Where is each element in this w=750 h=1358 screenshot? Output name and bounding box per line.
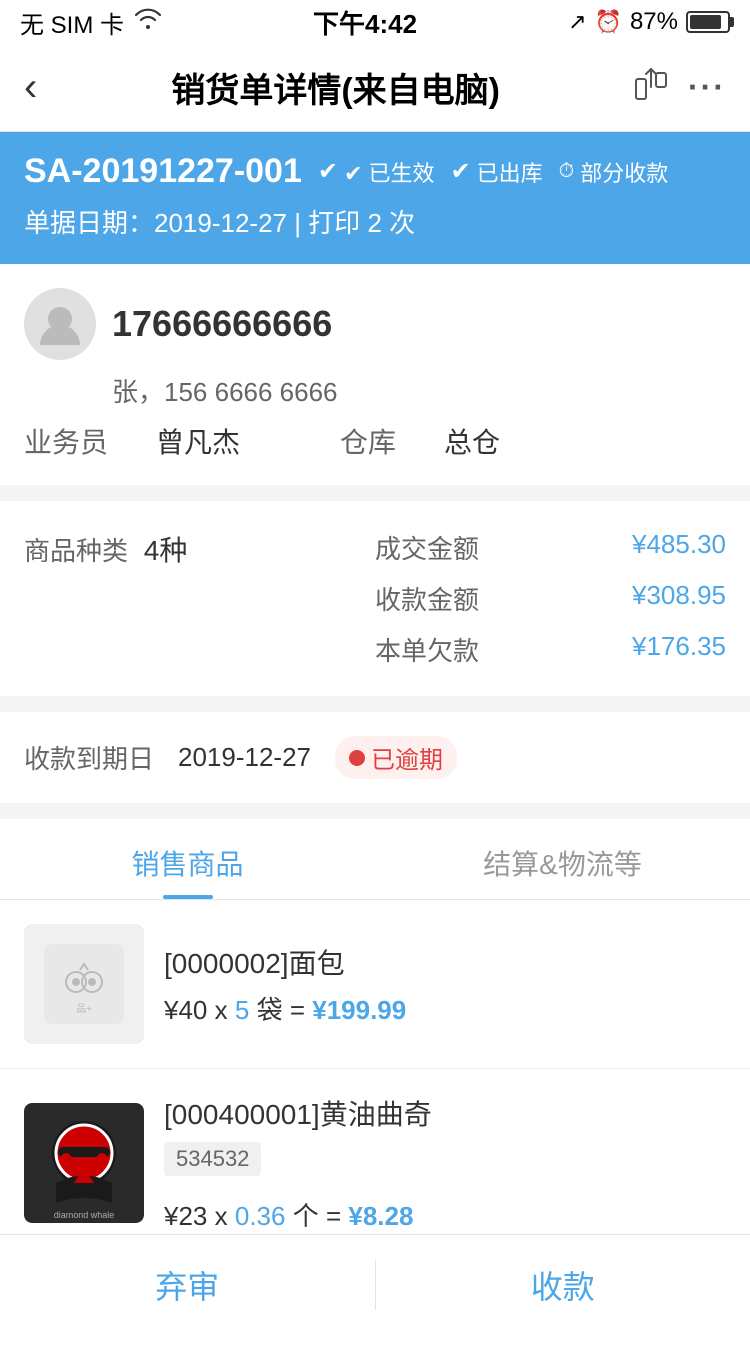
category-value: 4种 [144,535,188,566]
overdue-badge: 已逾期 [335,736,457,779]
product-info-2: [000400001]黄油曲奇 534532 ¥23 x 0.36 个 = ¥8… [164,1093,726,1233]
customer-row: 17666666666 [24,288,726,360]
page-title: 销货单详情(来自电脑) [171,63,500,112]
status-time: 下午4:42 [313,4,417,41]
overdue-label: 已逾期 [371,740,443,775]
location-icon: ↗ [568,9,586,35]
product-price-1: ¥40 x 5 袋 = ¥199.99 [164,990,726,1027]
warehouse-label: 仓库 [340,421,396,461]
product-name-2: [000400001]黄油曲奇 [164,1093,726,1133]
product-price-2: ¥23 x 0.36 个 = ¥8.28 [164,1196,726,1233]
debt-row: 本单欠款 ¥176.35 [375,631,726,668]
product-thumb-2: diamond whale [24,1103,144,1223]
customer-section: 17666666666 张，156 6666 6666 业务员 曾凡杰 仓库 总… [0,264,750,485]
stats-section: 商品种类 4种 成交金额 ¥485.30 收款金额 ¥308.95 本单欠款 ¥… [0,501,750,696]
debt-value: ¥176.35 [632,631,726,668]
abandon-review-button[interactable]: 弃审 [0,1242,375,1328]
share-icon[interactable] [634,67,668,109]
product-item-2: diamond whale [000400001]黄油曲奇 534532 ¥23… [0,1069,750,1258]
overdue-dot-icon [349,750,365,766]
order-id-row: SA-20191227-001 ✔ ✔ 已生效 ✔ 已出库 ⏱ 部分收款 [24,152,726,191]
customer-name: 17666666666 [112,303,332,345]
payment-row: 收款金额 ¥308.95 [375,580,726,617]
battery-icon [686,11,730,33]
product-sku-badge: 534532 [164,1142,261,1176]
payment-label: 收款金额 [375,580,479,617]
check-icon-1: ✔ [318,157,338,186]
svg-text:品+: 品+ [76,1003,92,1015]
deal-amount-row: 成交金额 ¥485.30 [375,529,726,566]
clock-icon: ⏱ [559,160,575,183]
status-right: ↗ ⏰ 87% [568,8,730,36]
badge-partial-payment: ⏱ 部分收款 [559,156,669,188]
tabs-bar: 销售商品 结算&物流等 [0,819,750,900]
warehouse-value: 总仓 [444,421,500,461]
order-print-count: 打印 2 次 [308,208,415,238]
product-thumb-1: 品+ [24,924,144,1044]
nav-bar: ‹ 销货单详情(来自电脑) ··· [0,44,750,132]
deal-amount-value: ¥485.30 [632,529,726,566]
stats-right: 成交金额 ¥485.30 收款金额 ¥308.95 本单欠款 ¥176.35 [375,529,726,668]
status-left: 无 SIM 卡 [20,5,162,40]
product-info-1: [0000002]面包 ¥40 x 5 袋 = ¥199.99 [164,942,726,1027]
payment-value: ¥308.95 [632,580,726,617]
category-row: 商品种类 4种 [24,529,375,569]
svg-text:diamond whale: diamond whale [54,1210,115,1220]
status-bar: 无 SIM 卡 下午4:42 ↗ ⏰ 87% [0,0,750,44]
tab-settlement[interactable]: 结算&物流等 [375,819,750,899]
order-id: SA-20191227-001 [24,152,302,191]
debt-label: 本单欠款 [375,631,479,668]
alarm-icon: ⏰ [595,9,622,35]
order-header: SA-20191227-001 ✔ ✔ 已生效 ✔ 已出库 ⏱ 部分收款 单据日… [0,132,750,264]
check-icon-2: ✔ [451,157,471,186]
order-date-label: 单据日期：2019-12-27 [24,208,287,238]
collect-payment-button[interactable]: 收款 [376,1242,750,1328]
deal-amount-label: 成交金额 [375,529,479,566]
meta-sep: | [294,208,308,238]
battery-percent: 87% [630,8,678,36]
badge-shipped: ✔ 已出库 [451,156,543,188]
stats-left: 商品种类 4种 [24,529,375,569]
nav-actions: ··· [634,67,726,109]
badge-effective: ✔ ✔ 已生效 [318,156,435,188]
salesperson-value: 曾凡杰 [156,421,240,461]
customer-sub: 张，156 6666 6666 [24,372,726,409]
product-name-1: [0000002]面包 [164,942,726,982]
bottom-bar: 弃审 收款 [0,1234,750,1334]
due-date-section: 收款到期日 2019-12-27 已逾期 [0,712,750,803]
salesperson-label: 业务员 [24,421,108,461]
avatar [24,288,96,360]
customer-info-row: 业务员 曾凡杰 仓库 总仓 [24,421,726,461]
due-date-value: 2019-12-27 [178,742,311,773]
tab-products[interactable]: 销售商品 [0,819,375,899]
back-button[interactable]: ‹ [24,65,37,110]
due-date-label: 收款到期日 [24,739,154,776]
category-label: 商品种类 [24,536,128,566]
order-meta: 单据日期：2019-12-27 | 打印 2 次 [24,203,726,240]
carrier-label: 无 SIM 卡 [20,5,124,40]
product-item-1: 品+ [0000002]面包 ¥40 x 5 袋 = ¥199.99 [0,900,750,1069]
wifi-icon [134,8,162,37]
more-icon[interactable]: ··· [688,69,726,106]
